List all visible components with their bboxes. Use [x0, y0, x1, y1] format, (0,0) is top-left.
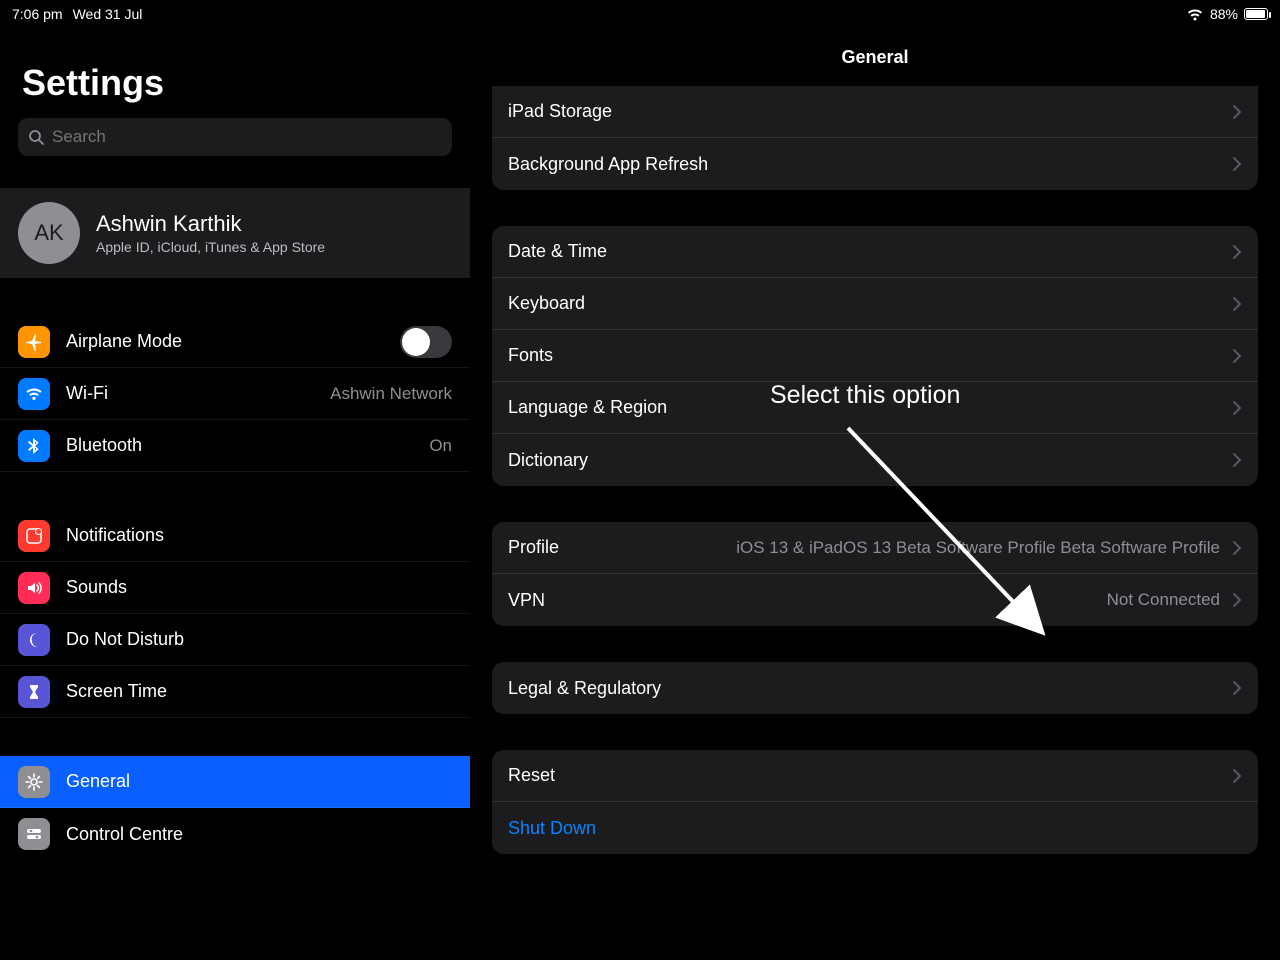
sidebar-item-label: Control Centre: [66, 824, 452, 845]
sidebar-item-sounds[interactable]: Sounds: [0, 562, 470, 614]
chevron-right-icon: [1232, 592, 1242, 608]
row-shut-down[interactable]: Shut Down: [492, 802, 1258, 854]
hourglass-icon: [18, 676, 50, 708]
row-date-time[interactable]: Date & Time: [492, 226, 1258, 278]
gear-icon: [18, 766, 50, 798]
search-field[interactable]: [52, 127, 442, 147]
row-label: Background App Refresh: [508, 154, 708, 175]
chevron-right-icon: [1232, 452, 1242, 468]
chevron-right-icon: [1232, 296, 1242, 312]
account-subtitle: Apple ID, iCloud, iTunes & App Store: [96, 239, 325, 255]
sidebar-item-control-centre[interactable]: Control Centre: [0, 808, 470, 860]
sidebar-item-wifi[interactable]: Wi-Fi Ashwin Network: [0, 368, 470, 420]
chevron-right-icon: [1232, 244, 1242, 260]
row-label: Legal & Regulatory: [508, 678, 661, 699]
status-date: Wed 31 Jul: [73, 6, 143, 22]
row-label: Language & Region: [508, 397, 667, 418]
bluetooth-icon: [18, 430, 50, 462]
sidebar-item-label: Do Not Disturb: [66, 629, 452, 650]
row-label: iPad Storage: [508, 101, 612, 122]
row-fonts[interactable]: Fonts: [492, 330, 1258, 382]
sidebar-item-label: General: [66, 771, 452, 792]
sidebar-item-dnd[interactable]: Do Not Disturb: [0, 614, 470, 666]
sidebar-item-label: Sounds: [66, 577, 452, 598]
airplane-icon: [18, 326, 50, 358]
wifi-network-value: Ashwin Network: [330, 384, 452, 404]
row-ipad-storage[interactable]: iPad Storage: [492, 86, 1258, 138]
row-label: Keyboard: [508, 293, 585, 314]
status-bar: 7:06 pm Wed 31 Jul 88%: [0, 0, 1280, 28]
sidebar-item-label: Airplane Mode: [66, 331, 384, 352]
search-icon: [28, 129, 44, 145]
sidebar-item-airplane[interactable]: Airplane Mode: [0, 316, 470, 368]
row-label: VPN: [508, 590, 545, 611]
battery-percent: 88%: [1210, 6, 1238, 22]
page-title: Settings: [0, 28, 470, 118]
settings-section: Legal & Regulatory: [492, 662, 1258, 714]
sidebar-item-bluetooth[interactable]: Bluetooth On: [0, 420, 470, 472]
sidebar-item-general[interactable]: General: [0, 756, 470, 808]
chevron-right-icon: [1232, 540, 1242, 556]
settings-section: Reset Shut Down: [492, 750, 1258, 854]
detail-panel: General iPad Storage Background App Refre…: [470, 28, 1280, 960]
row-label: Date & Time: [508, 241, 607, 262]
chevron-right-icon: [1232, 680, 1242, 696]
account-name: Ashwin Karthik: [96, 211, 325, 237]
chevron-right-icon: [1232, 156, 1242, 172]
row-background-app-refresh[interactable]: Background App Refresh: [492, 138, 1258, 190]
sidebar-item-screentime[interactable]: Screen Time: [0, 666, 470, 718]
chevron-right-icon: [1232, 104, 1242, 120]
battery-icon: [1244, 8, 1268, 20]
moon-icon: [18, 624, 50, 656]
airplane-toggle[interactable]: [400, 326, 452, 358]
sidebar-item-label: Screen Time: [66, 681, 452, 702]
detail-title: General: [470, 28, 1280, 86]
row-label: Profile: [508, 537, 559, 558]
sidebar-item-label: Wi-Fi: [66, 383, 314, 404]
chevron-right-icon: [1232, 400, 1242, 416]
settings-sidebar: Settings AK Ashwin Karthik Apple ID, iCl…: [0, 28, 470, 960]
notifications-icon: [18, 520, 50, 552]
row-reset[interactable]: Reset: [492, 750, 1258, 802]
sidebar-item-notifications[interactable]: Notifications: [0, 510, 470, 562]
row-label: Reset: [508, 765, 555, 786]
search-input[interactable]: [18, 118, 452, 156]
row-label: Shut Down: [508, 818, 596, 839]
row-keyboard[interactable]: Keyboard: [492, 278, 1258, 330]
status-time: 7:06 pm: [12, 6, 63, 22]
row-legal-regulatory[interactable]: Legal & Regulatory: [492, 662, 1258, 714]
sidebar-item-label: Notifications: [66, 525, 452, 546]
chevron-right-icon: [1232, 768, 1242, 784]
bluetooth-value: On: [429, 436, 452, 456]
row-label: Dictionary: [508, 450, 588, 471]
avatar: AK: [18, 202, 80, 264]
sidebar-item-label: Bluetooth: [66, 435, 413, 456]
wifi-icon: [1186, 8, 1204, 21]
apple-id-row[interactable]: AK Ashwin Karthik Apple ID, iCloud, iTun…: [0, 188, 470, 278]
settings-section: iPad Storage Background App Refresh: [492, 86, 1258, 190]
toggles-icon: [18, 818, 50, 850]
sounds-icon: [18, 572, 50, 604]
annotation-text: Select this option: [770, 381, 960, 410]
chevron-right-icon: [1232, 348, 1242, 364]
annotation-arrow-icon: [840, 420, 1060, 650]
wifi-icon: [18, 378, 50, 410]
row-label: Fonts: [508, 345, 553, 366]
